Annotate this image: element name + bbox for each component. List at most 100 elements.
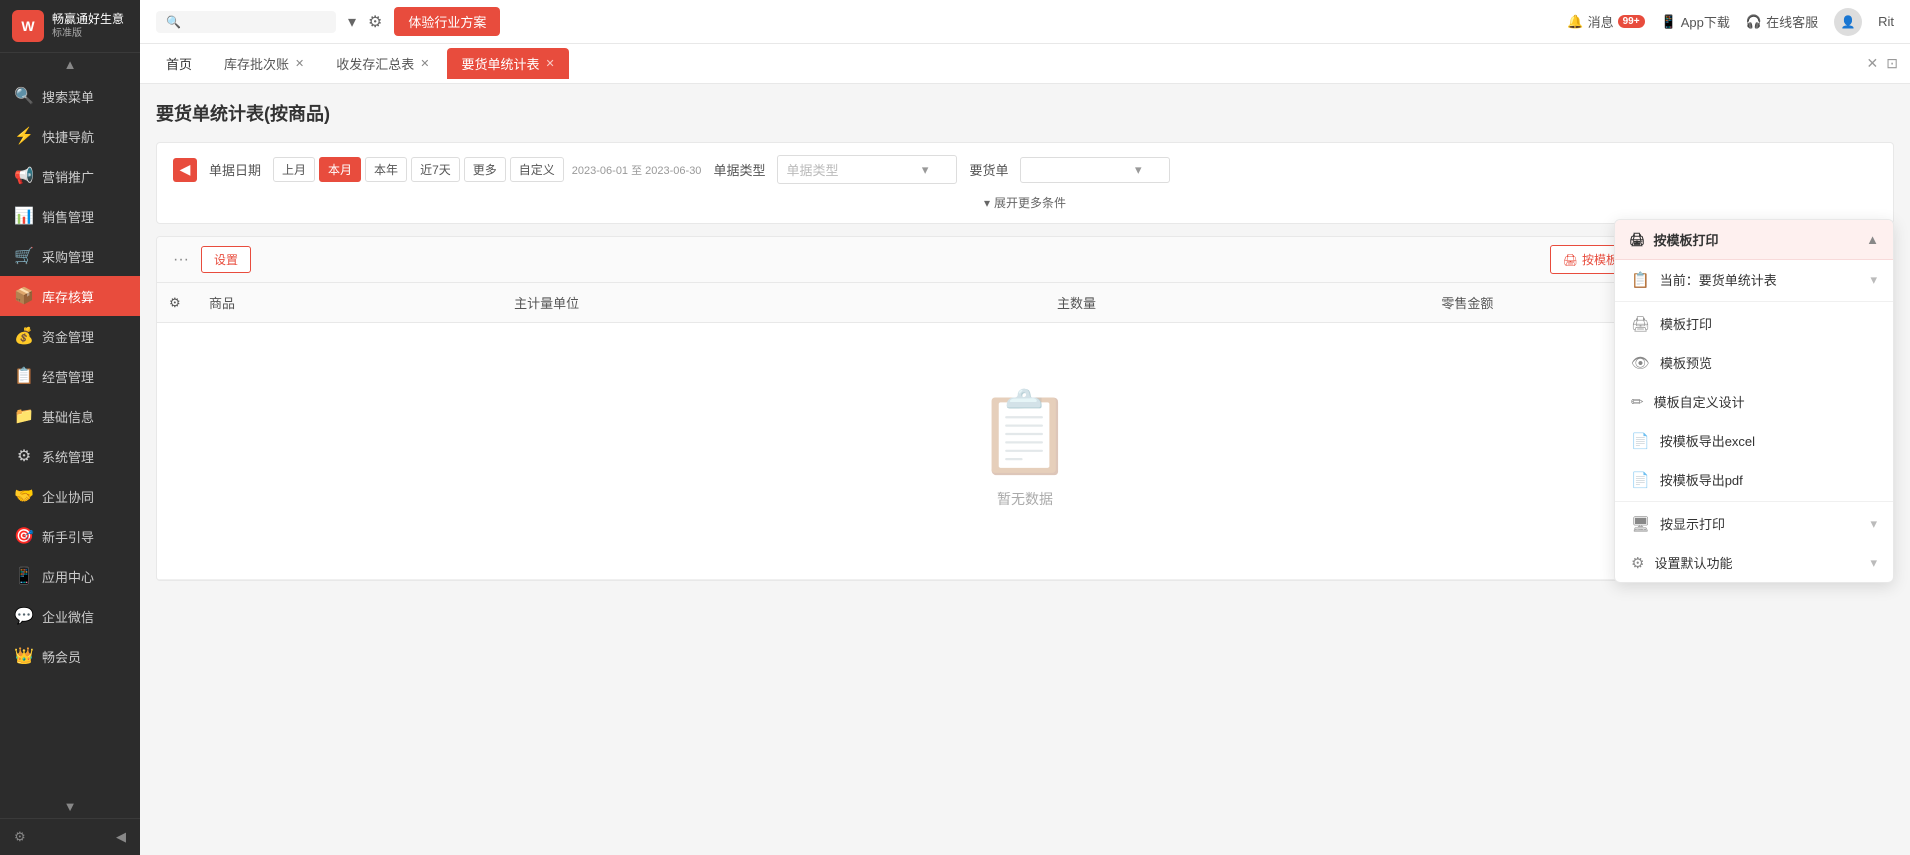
sidebar-item-marketing[interactable]: 📢 营销推广 [0,156,140,196]
sidebar-item-appcenter[interactable]: 📱 应用中心 [0,556,140,596]
eye-icon: 👁 [1631,354,1650,372]
sidebar-item-sales[interactable]: 📊 销售管理 [0,196,140,236]
sub-arrow-icon: ▾ [1870,516,1877,532]
sidebar-item-newguide[interactable]: 🎯 新手引导 [0,516,140,556]
sidebar-settings-icon[interactable]: ⚙ [14,829,26,845]
topbar-search[interactable]: 🔍 [156,11,336,33]
printer-icon: 🖨 [1563,253,1578,267]
tab-label: 库存批次账 [224,54,289,73]
sidebar-item-member[interactable]: 👑 畅会员 [0,636,140,676]
sidebar-item-finance[interactable]: 💰 资金管理 [0,316,140,356]
avatar[interactable]: 👤 [1834,8,1862,36]
online-service-btn[interactable]: 🎧 在线客服 [1746,12,1818,31]
sidebar-item-cooperation[interactable]: 🤝 企业协同 [0,476,140,516]
table-more-btn[interactable]: ··· [169,251,193,269]
tab-label: 收发存汇总表 [336,54,414,73]
item-label: 模板打印 [1660,314,1877,333]
dropdown-display-print[interactable]: 🖥 按显示打印 ▾ [1615,504,1893,543]
user-name: Rit [1878,14,1894,29]
sidebar-item-purchase[interactable]: 🛒 采购管理 [0,236,140,276]
date-btn-this-month[interactable]: 本月 [319,157,361,182]
expand-more-btn[interactable]: ▾ 展开更多条件 [173,194,1877,211]
dropdown-default-func[interactable]: ⚙ 设置默认功能 ▾ [1615,543,1893,582]
current-item-label: 当前：要货单统计表 [1660,270,1861,289]
messages-label: 消息 [1588,12,1614,31]
sidebar-collapse-icon[interactable]: ◀ [116,829,126,845]
tab-close-btn[interactable]: ✕ [546,57,555,70]
money-icon: 💰 [14,326,34,346]
goods-filter-select[interactable]: ▾ [1020,157,1170,183]
scroll-down-btn[interactable]: ▼ [0,795,140,818]
excel-icon: 📄 [1631,432,1650,450]
sidebar-item-label: 新手引导 [42,527,94,546]
date-btn-last-7days[interactable]: 近7天 [411,157,460,182]
dropdown-export-pdf[interactable]: 📄 按模板导出pdf [1615,460,1893,499]
empty-text: 暂无数据 [997,489,1053,509]
dropdown-template-print[interactable]: 🖨 模板打印 [1615,304,1893,343]
maximize-btn[interactable]: ⊡ [1886,55,1898,72]
sidebar-item-enterprise-wechat[interactable]: 💬 企业微信 [0,596,140,636]
topbar-settings-icon[interactable]: ⚙ [368,12,382,32]
document-icon: 📋 [1631,271,1650,289]
close-window-btn[interactable]: ✕ [1867,55,1879,72]
app-name: 畅赢通好生意 [52,11,124,28]
printer-icon: 🖨 [1631,315,1650,333]
dropdown-close-btn[interactable]: ▲ [1866,232,1879,247]
settings-button[interactable]: 设置 [201,246,251,273]
dropdown-title: 按模板打印 [1654,230,1719,249]
page-title: 要货单统计表(按商品) [156,100,1894,126]
sub-arrow-icon: ▾ [1870,555,1877,571]
tab-receipt-summary[interactable]: 收发存汇总表 ✕ [322,48,443,79]
filter-bar: ◀ 单据日期 上月 本月 本年 近7天 更多 自定义 2023-06-01 至 … [156,142,1894,224]
date-btn-more[interactable]: 更多 [464,157,506,182]
sidebar-item-basic[interactable]: 📁 基础信息 [0,396,140,436]
date-btn-custom[interactable]: 自定义 [510,157,564,182]
type-filter-select[interactable]: 单据类型 ▾ [777,155,957,184]
empty-illustration: 📋 [975,393,1075,473]
sidebar-item-shortcut[interactable]: ⚡ 快捷导航 [0,116,140,156]
dropdown-template-design[interactable]: ✏ 模板自定义设计 [1615,382,1893,421]
expand-label: 展开更多条件 [994,194,1066,211]
date-btn-last-month[interactable]: 上月 [273,157,315,182]
sidebar-item-label: 畅会员 [42,647,81,666]
tab-order-stats[interactable]: 要货单统计表 ✕ [447,48,568,79]
tab-inventory-batch[interactable]: 库存批次账 ✕ [210,48,318,79]
sidebar-item-operations[interactable]: 📋 经营管理 [0,356,140,396]
date-btn-this-year[interactable]: 本年 [365,157,407,182]
item-label: 按显示打印 [1660,514,1860,533]
topbar-gear-icon[interactable]: ▾ [348,12,356,32]
topbar-right: 🔔 消息 99+ 📱 App下载 🎧 在线客服 👤 Rit [1567,8,1894,36]
scroll-up-btn[interactable]: ▲ [0,53,140,76]
crown-icon: 👑 [14,646,34,666]
download-icon: 📱 [1661,14,1677,30]
date-filter-label: 单据日期 [209,160,261,179]
trial-button[interactable]: 体验行业方案 [394,7,500,36]
megaphone-icon: 📢 [14,166,34,186]
sidebar-nav: 🔍 搜索菜单 ⚡ 快捷导航 📢 营销推广 📊 销售管理 🛒 采购管理 📦 库存核… [0,76,140,795]
sidebar-item-label: 销售管理 [42,207,94,226]
sidebar-item-system[interactable]: ⚙ 系统管理 [0,436,140,476]
gear-icon: ⚙ [14,446,34,466]
print-dropdown-menu: 🖨 按模板打印 ▲ 📋 当前：要货单统计表 ▾ 🖨 模板打印 👁 模板预览 ✏ [1614,219,1894,583]
app-download-btn[interactable]: 📱 App下载 [1661,12,1730,31]
tab-label: 要货单统计表 [461,54,539,73]
page-content: 要货单统计表(按商品) ◀ 单据日期 上月 本月 本年 近7天 更多 自定义 2… [140,84,1910,855]
box-icon: 📦 [14,286,34,306]
printer-header-icon: 🖨 [1629,232,1646,248]
tab-home[interactable]: 首页 [152,48,206,79]
dropdown-current-item[interactable]: 📋 当前：要货单统计表 ▾ [1615,260,1893,299]
tab-close-btn[interactable]: ✕ [295,57,304,70]
item-label: 模板预览 [1660,353,1877,372]
filter-row: ◀ 单据日期 上月 本月 本年 近7天 更多 自定义 2023-06-01 至 … [173,155,1877,184]
sidebar-item-inventory[interactable]: 📦 库存核算 [0,276,140,316]
dropdown-export-excel[interactable]: 📄 按模板导出excel [1615,421,1893,460]
messages-btn[interactable]: 🔔 消息 99+ [1567,12,1644,31]
monitor-icon: 🖥 [1631,515,1650,533]
sidebar-item-search[interactable]: 🔍 搜索菜单 [0,76,140,116]
sidebar-item-label: 快捷导航 [42,127,94,146]
date-range-text: 2023-06-01 至 2023-06-30 [572,162,702,178]
tab-close-btn[interactable]: ✕ [420,57,429,70]
dropdown-template-preview[interactable]: 👁 模板预览 [1615,343,1893,382]
sidebar-item-label: 企业协同 [42,487,94,506]
filter-collapse-btn[interactable]: ◀ [173,158,197,182]
